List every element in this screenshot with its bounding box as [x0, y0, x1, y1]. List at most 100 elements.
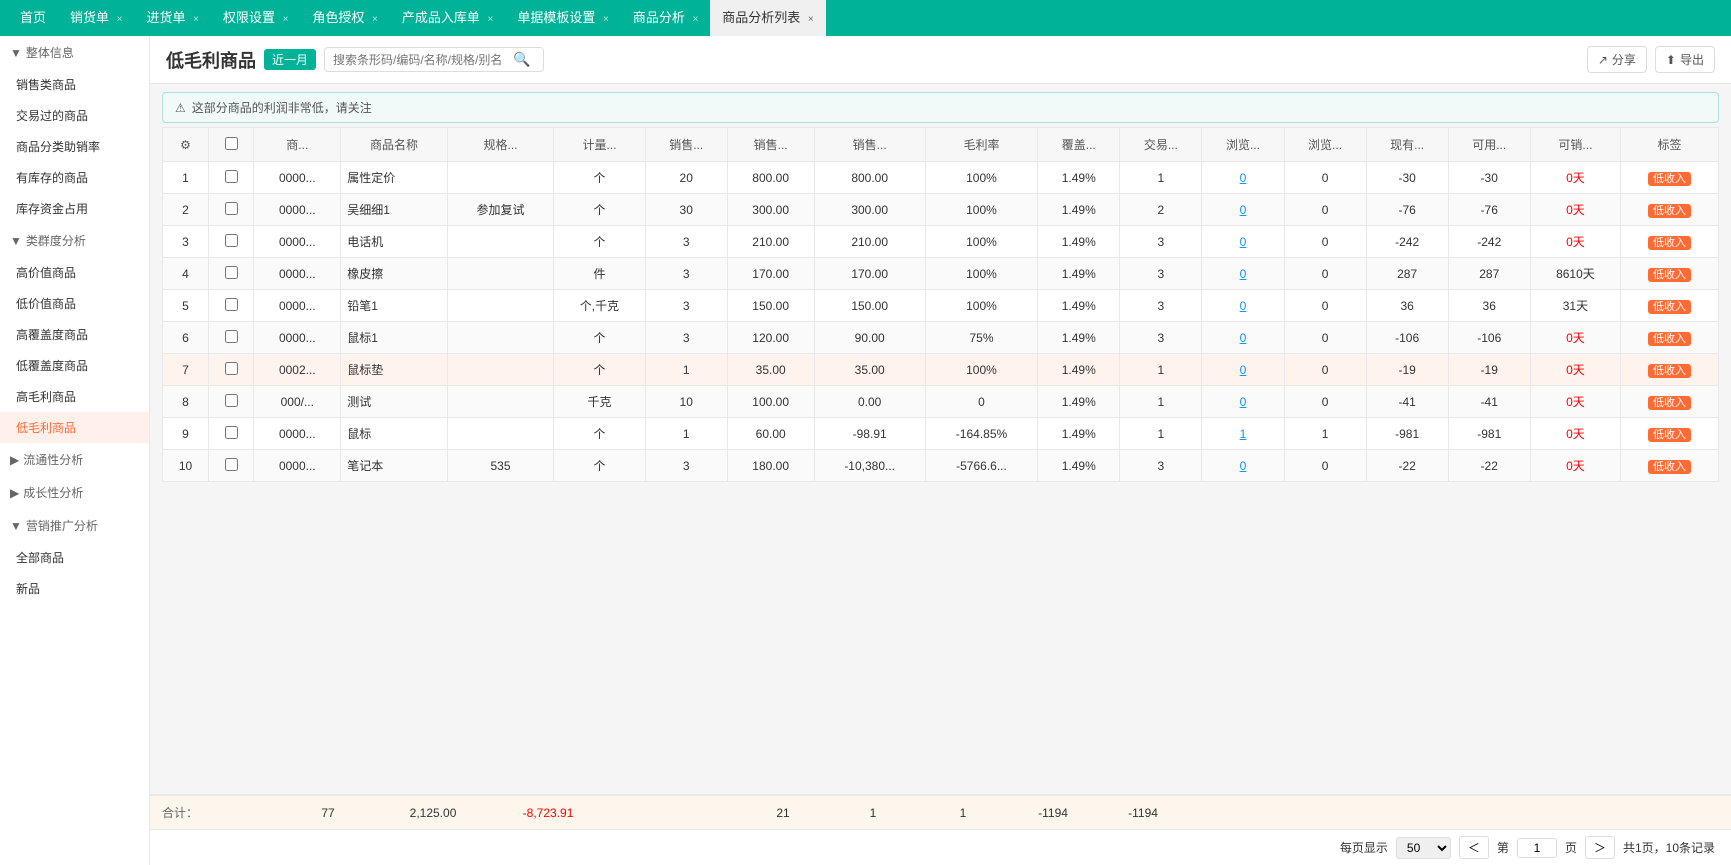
row-checkbox[interactable] [225, 426, 238, 439]
date-badge[interactable]: 近一月 [264, 49, 316, 70]
sidebar-item-low-coverage[interactable]: 低覆盖度商品 [0, 350, 149, 381]
sidebar-item-all-goods[interactable]: 全部商品 [0, 542, 149, 573]
sidebar-group-cluster[interactable]: ▼ 类群度分析 [0, 224, 149, 257]
cell-name: 鼠标 [341, 418, 448, 450]
cell-browse1[interactable]: 0 [1202, 226, 1284, 258]
browse1-link[interactable]: 0 [1240, 171, 1247, 185]
row-checkbox[interactable] [225, 362, 238, 375]
cell-browse1[interactable]: 0 [1202, 290, 1284, 322]
sidebar-item-stocked-goods[interactable]: 有库存的商品 [0, 162, 149, 193]
cell-browse1[interactable]: 0 [1202, 162, 1284, 194]
browse1-link[interactable]: 0 [1240, 203, 1247, 217]
sidebar-item-traded-goods[interactable]: 交易过的商品 [0, 100, 149, 131]
cell-available: -19 [1448, 354, 1530, 386]
sidebar-group-marketing[interactable]: ▼ 营销推广分析 [0, 509, 149, 542]
sidebar-item-category-rate[interactable]: 商品分类助销率 [0, 131, 149, 162]
cell-spec: 535 [447, 450, 554, 482]
nav-stock-in[interactable]: 产成品入库单 × [390, 0, 505, 36]
nav-sales[interactable]: 销货单 × [58, 0, 134, 36]
page-input[interactable] [1517, 838, 1557, 858]
nav-analysis-close[interactable]: × [692, 14, 698, 25]
cell-browse1[interactable]: 0 [1202, 322, 1284, 354]
per-page-select[interactable]: 50 20 100 [1396, 837, 1451, 859]
page-label: 第 [1497, 839, 1509, 856]
row-checkbox[interactable] [225, 458, 238, 471]
cell-browse2: 0 [1284, 162, 1366, 194]
browse1-link[interactable]: 0 [1240, 363, 1247, 377]
nav-home[interactable]: 首页 [8, 0, 58, 36]
sidebar-item-high-margin[interactable]: 高毛利商品 [0, 381, 149, 412]
cell-browse1[interactable]: 0 [1202, 386, 1284, 418]
row-checkbox[interactable] [225, 298, 238, 311]
search-input[interactable] [333, 53, 513, 67]
cell-checkbox[interactable] [209, 194, 254, 226]
select-all-checkbox[interactable] [225, 137, 238, 150]
cell-checkbox[interactable] [209, 162, 254, 194]
cell-sales-amount: 300.00 [814, 194, 925, 226]
search-icon[interactable]: 🔍 [513, 51, 530, 68]
col-checkbox[interactable] [209, 128, 254, 162]
nav-purchase[interactable]: 进货单 × [134, 0, 210, 36]
cell-checkbox[interactable] [209, 258, 254, 290]
browse1-link[interactable]: 0 [1240, 459, 1247, 473]
nav-roles-close[interactable]: × [372, 14, 378, 25]
sidebar-item-low-value[interactable]: 低价值商品 [0, 288, 149, 319]
nav-analysis-list-close[interactable]: × [808, 14, 814, 25]
browse1-link[interactable]: 0 [1240, 267, 1247, 281]
cell-coverage: 1.49% [1038, 450, 1120, 482]
row-checkbox[interactable] [225, 202, 238, 215]
row-checkbox[interactable] [225, 330, 238, 343]
nav-template[interactable]: 单据模板设置 × [505, 0, 620, 36]
col-settings[interactable]: ⚙ [163, 128, 209, 162]
nav-analysis-list[interactable]: 商品分析列表 × [710, 0, 825, 36]
cell-gross-margin: -5766.6... [925, 450, 1037, 482]
cell-spec [447, 322, 554, 354]
sidebar-item-low-margin[interactable]: 低毛利商品 [0, 412, 149, 443]
next-page-btn[interactable]: ＞ [1585, 836, 1615, 859]
browse1-link[interactable]: 0 [1240, 395, 1247, 409]
sidebar-item-sales-goods[interactable]: 销售类商品 [0, 69, 149, 100]
cell-checkbox[interactable] [209, 322, 254, 354]
export-button[interactable]: ⬆ 导出 [1655, 46, 1715, 73]
cell-tag: 低收入 [1621, 162, 1719, 194]
cell-browse1[interactable]: 0 [1202, 194, 1284, 226]
browse1-link[interactable]: 0 [1240, 331, 1247, 345]
sidebar-item-high-value[interactable]: 高价值商品 [0, 257, 149, 288]
cell-browse1[interactable]: 0 [1202, 354, 1284, 386]
row-checkbox[interactable] [225, 266, 238, 279]
sidebar-item-new-goods[interactable]: 新品 [0, 573, 149, 604]
nav-sales-close[interactable]: × [117, 14, 123, 25]
cell-available: -41 [1448, 386, 1530, 418]
sidebar-item-stock-capital[interactable]: 库存资金占用 [0, 193, 149, 224]
sidebar-group-growth[interactable]: ▶ 成长性分析 [0, 476, 149, 509]
sidebar-group-liquidity[interactable]: ▶ 流通性分析 [0, 443, 149, 476]
cell-checkbox[interactable] [209, 226, 254, 258]
nav-permissions[interactable]: 权限设置 × [211, 0, 300, 36]
cell-checkbox[interactable] [209, 290, 254, 322]
share-button[interactable]: ↗ 分享 [1587, 46, 1647, 73]
nav-permissions-close[interactable]: × [283, 14, 289, 25]
cell-browse1[interactable]: 1 [1202, 418, 1284, 450]
nav-purchase-close[interactable]: × [193, 14, 199, 25]
prev-page-btn[interactable]: ＜ [1459, 836, 1489, 859]
row-checkbox[interactable] [225, 170, 238, 183]
cell-num: 2 [163, 194, 209, 226]
row-checkbox[interactable] [225, 394, 238, 407]
nav-stock-in-close[interactable]: × [488, 14, 494, 25]
cell-checkbox[interactable] [209, 418, 254, 450]
top-nav: 首页 销货单 × 进货单 × 权限设置 × 角色授权 × 产成品入库单 × 单据… [0, 0, 1731, 36]
sidebar-item-high-coverage[interactable]: 高覆盖度商品 [0, 319, 149, 350]
nav-template-close[interactable]: × [603, 14, 609, 25]
cell-browse1[interactable]: 0 [1202, 258, 1284, 290]
cell-checkbox[interactable] [209, 450, 254, 482]
cell-browse1[interactable]: 0 [1202, 450, 1284, 482]
nav-analysis[interactable]: 商品分析 × [621, 0, 710, 36]
browse1-link[interactable]: 1 [1240, 427, 1247, 441]
cell-checkbox[interactable] [209, 354, 254, 386]
sidebar-group-overview[interactable]: ▼ 整体信息 [0, 36, 149, 69]
browse1-link[interactable]: 0 [1240, 299, 1247, 313]
nav-roles[interactable]: 角色授权 × [300, 0, 389, 36]
browse1-link[interactable]: 0 [1240, 235, 1247, 249]
cell-checkbox[interactable] [209, 386, 254, 418]
row-checkbox[interactable] [225, 234, 238, 247]
